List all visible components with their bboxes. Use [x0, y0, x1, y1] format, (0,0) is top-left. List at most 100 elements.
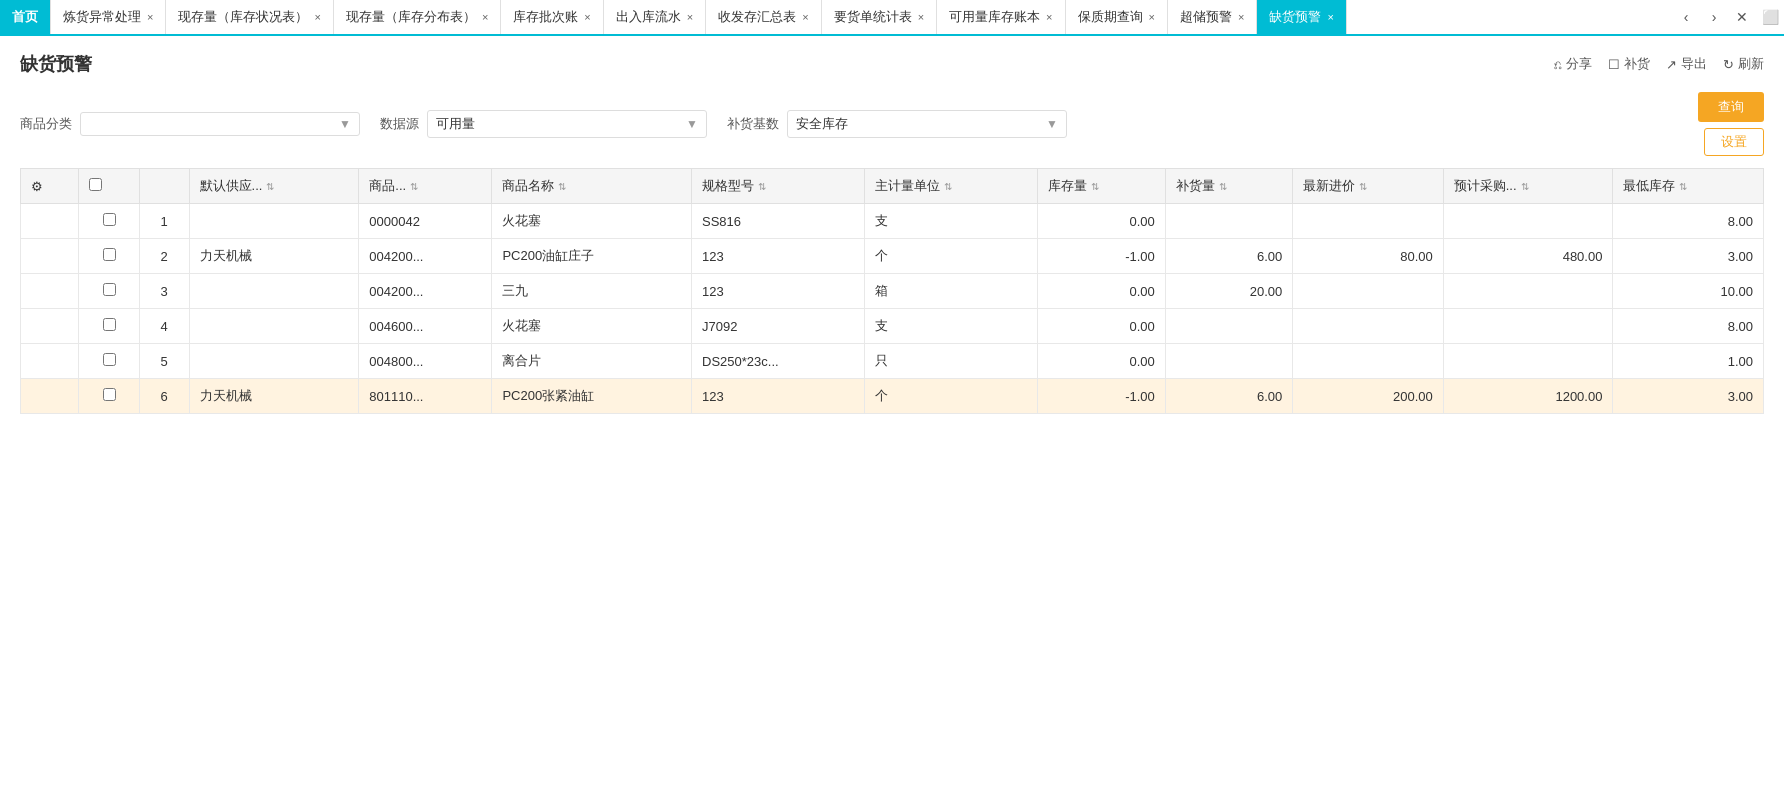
- table-row: 2 力天机械 004200... PC200油缸庄子 123 个 -1.00 6…: [21, 239, 1764, 274]
- tab-keyongliang-close[interactable]: ×: [1046, 11, 1052, 23]
- nav-prev-button[interactable]: ‹: [1672, 3, 1700, 31]
- row-checkbox[interactable]: [103, 353, 116, 366]
- tab-chaochuyujing[interactable]: 超储预警 ×: [1168, 0, 1257, 35]
- refresh-action[interactable]: ↻ 刷新: [1723, 55, 1764, 73]
- table-row: 1 0000042 火花塞 SS816 支 0.00 8.00: [21, 204, 1764, 239]
- tab-baozhi[interactable]: 保质期查询 ×: [1066, 0, 1168, 35]
- query-button[interactable]: 查询: [1698, 92, 1764, 122]
- row-est-purchase: [1443, 204, 1613, 239]
- th-spec-label: 规格型号: [702, 177, 754, 195]
- sort-stock-icon: ⇅: [1091, 181, 1099, 192]
- replenish-action[interactable]: ☐ 补货: [1608, 55, 1650, 73]
- row-stock: 0.00: [1038, 274, 1165, 309]
- tab-home-label: 首页: [12, 8, 38, 26]
- table-header-row: ⚙ 默认供应... ⇅ 商品... ⇅: [21, 169, 1764, 204]
- share-action[interactable]: ⎌ 分享: [1554, 55, 1592, 73]
- th-spec[interactable]: 规格型号 ⇅: [692, 169, 865, 204]
- filter-bar: 商品分类 ▼ 数据源 可用量 ▼ 补货基数 安全库存 ▼ 查询 设置: [20, 92, 1764, 156]
- th-unit[interactable]: 主计量单位 ⇅: [864, 169, 1038, 204]
- tab-lianhuo-close[interactable]: ×: [147, 11, 153, 23]
- row-checkbox-cell[interactable]: [79, 239, 139, 274]
- sort-replenish-icon: ⇅: [1219, 181, 1227, 192]
- row-supplier: 力天机械: [189, 239, 359, 274]
- tab-kucunpici[interactable]: 库存批次账 ×: [501, 0, 603, 35]
- tab-quehuo-close[interactable]: ×: [1327, 11, 1333, 23]
- tab-xiancunliang2-close[interactable]: ×: [482, 11, 488, 23]
- row-spec: DS250*23c...: [692, 344, 865, 379]
- tab-churukuliushui[interactable]: 出入库流水 ×: [604, 0, 706, 35]
- nav-next-button[interactable]: ›: [1700, 3, 1728, 31]
- tab-lianhuo[interactable]: 炼货异常处理 ×: [51, 0, 166, 35]
- row-no: 2: [139, 239, 189, 274]
- tab-keyongliang[interactable]: 可用量库存账本 ×: [937, 0, 1065, 35]
- tab-shofacun[interactable]: 收发存汇总表 ×: [706, 0, 821, 35]
- tab-chaochuyujing-close[interactable]: ×: [1238, 11, 1244, 23]
- tab-yaohuo[interactable]: 要货单统计表 ×: [822, 0, 937, 35]
- row-checkbox-cell[interactable]: [79, 204, 139, 239]
- replenish-select[interactable]: 安全库存 ▼: [787, 110, 1067, 138]
- page-header: 缺货预警 ⎌ 分享 ☐ 补货 ↗ 导出 ↻ 刷新: [20, 52, 1764, 76]
- settings-button[interactable]: 设置: [1704, 128, 1764, 156]
- row-supplier: 力天机械: [189, 379, 359, 414]
- row-name: 火花塞: [492, 309, 692, 344]
- th-stock[interactable]: 库存量 ⇅: [1038, 169, 1165, 204]
- row-checkbox-cell[interactable]: [79, 274, 139, 309]
- th-code[interactable]: 商品... ⇅: [359, 169, 492, 204]
- row-checkbox[interactable]: [103, 318, 116, 331]
- th-name[interactable]: 商品名称 ⇅: [492, 169, 692, 204]
- tab-kucunpici-close[interactable]: ×: [584, 11, 590, 23]
- row-checkbox-cell[interactable]: [79, 379, 139, 414]
- row-code: 004200...: [359, 274, 492, 309]
- nav-close-button[interactable]: ✕: [1728, 3, 1756, 31]
- row-est-purchase: 480.00: [1443, 239, 1613, 274]
- row-min-stock: 3.00: [1613, 239, 1764, 274]
- tab-shofacun-close[interactable]: ×: [802, 11, 808, 23]
- row-stock: -1.00: [1038, 379, 1165, 414]
- row-est-purchase: [1443, 344, 1613, 379]
- page-title: 缺货预警: [20, 52, 92, 76]
- export-action[interactable]: ↗ 导出: [1666, 55, 1707, 73]
- datasource-select[interactable]: 可用量 ▼: [427, 110, 707, 138]
- row-name: PC200油缸庄子: [492, 239, 692, 274]
- th-supplier[interactable]: 默认供应... ⇅: [189, 169, 359, 204]
- row-checkbox[interactable]: [103, 213, 116, 226]
- tab-xiancunliang1-close[interactable]: ×: [314, 11, 320, 23]
- tab-quehuo[interactable]: 缺货预警 ×: [1257, 0, 1346, 35]
- row-gear-cell: [21, 309, 79, 344]
- nav-maximize-button[interactable]: ⬜: [1756, 3, 1784, 31]
- select-all-checkbox[interactable]: [89, 178, 102, 191]
- row-checkbox[interactable]: [103, 388, 116, 401]
- tab-yaohuo-close[interactable]: ×: [918, 11, 924, 23]
- row-supplier: [189, 309, 359, 344]
- tab-baozhi-close[interactable]: ×: [1149, 11, 1155, 23]
- row-min-stock: 10.00: [1613, 274, 1764, 309]
- th-min-stock-label: 最低库存: [1623, 177, 1675, 195]
- row-min-stock: 3.00: [1613, 379, 1764, 414]
- tab-churukuliushui-close[interactable]: ×: [687, 11, 693, 23]
- th-min-stock[interactable]: 最低库存 ⇅: [1613, 169, 1764, 204]
- replenish-arrow-icon: ▼: [1046, 117, 1058, 131]
- row-gear-cell: [21, 204, 79, 239]
- tab-keyongliang-label: 可用量库存账本: [949, 8, 1040, 26]
- tab-xiancunliang1[interactable]: 现存量（库存状况表） ×: [166, 0, 333, 35]
- tab-baozhi-label: 保质期查询: [1078, 8, 1143, 26]
- tab-home[interactable]: 首页: [0, 0, 51, 35]
- th-supplier-label: 默认供应...: [200, 177, 263, 195]
- category-filter-group: 商品分类 ▼: [20, 112, 360, 136]
- replenish-label: 补货: [1624, 55, 1650, 73]
- sort-supplier-icon: ⇅: [266, 181, 274, 192]
- row-no: 5: [139, 344, 189, 379]
- tab-xiancunliang2[interactable]: 现存量（库存分布表） ×: [334, 0, 501, 35]
- th-latest-price[interactable]: 最新进价 ⇅: [1293, 169, 1443, 204]
- category-label: 商品分类: [20, 115, 72, 133]
- header-actions: ⎌ 分享 ☐ 补货 ↗ 导出 ↻ 刷新: [1554, 55, 1764, 73]
- row-checkbox-cell[interactable]: [79, 309, 139, 344]
- row-checkbox-cell[interactable]: [79, 344, 139, 379]
- th-gear[interactable]: ⚙: [21, 169, 79, 204]
- th-est-purchase[interactable]: 预计采购... ⇅: [1443, 169, 1613, 204]
- row-checkbox[interactable]: [103, 248, 116, 261]
- row-checkbox[interactable]: [103, 283, 116, 296]
- sort-spec-icon: ⇅: [758, 181, 766, 192]
- category-select[interactable]: ▼: [80, 112, 360, 136]
- th-replenish[interactable]: 补货量 ⇅: [1165, 169, 1292, 204]
